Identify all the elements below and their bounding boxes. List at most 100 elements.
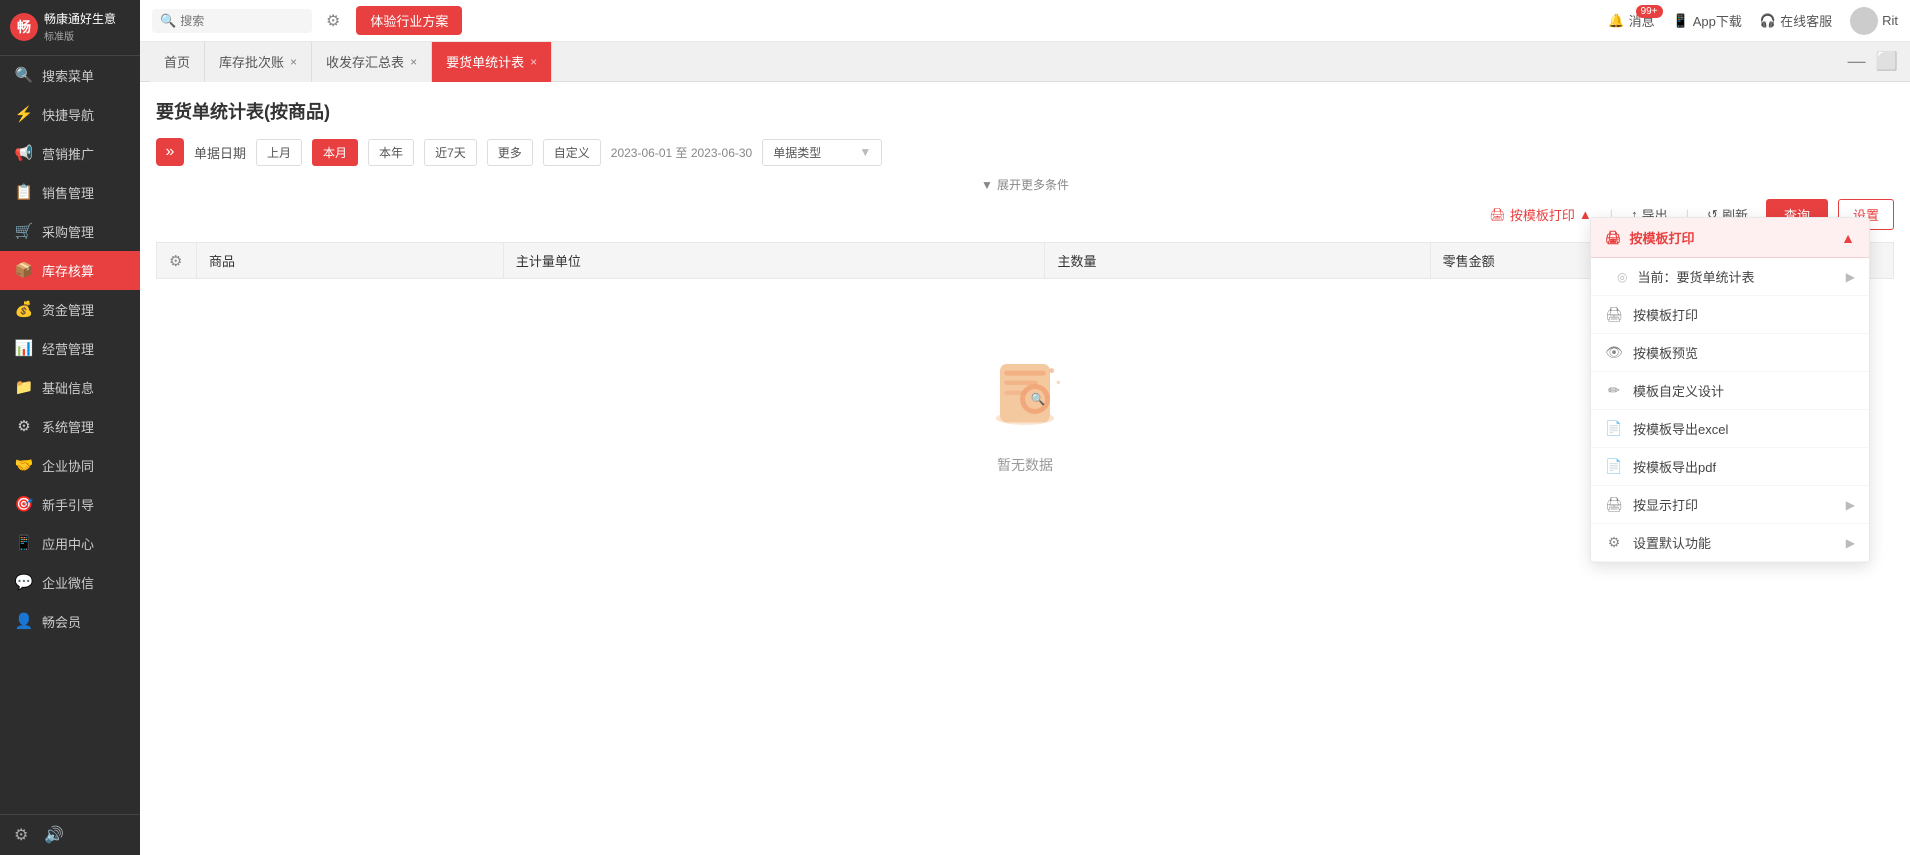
dropdown-current-template[interactable]: ◎ 当前：要货单统计表 ▶ xyxy=(1591,258,1869,296)
search-menu-icon: 🔍 xyxy=(14,66,34,84)
export-pdf-icon: 📄 xyxy=(1605,458,1623,475)
sidebar-item-label: 企业微信 xyxy=(42,573,94,592)
online-service-btn[interactable]: 🎧 在线客服 xyxy=(1760,11,1832,30)
col-header-unit: 主计量单位 xyxy=(503,243,1045,279)
dropdown-item-template-design[interactable]: ✏ 模板自定义设计 xyxy=(1591,372,1869,410)
dropdown-item-label: 按显示打印 xyxy=(1633,495,1698,514)
template-print-icon: 🖨 xyxy=(1605,306,1623,323)
sidebar-item-system[interactable]: ⚙ 系统管理 xyxy=(0,407,140,446)
trial-btn[interactable]: 体验行业方案 xyxy=(356,6,462,35)
dropdown-collapse-icon[interactable]: ▲ xyxy=(1841,230,1855,246)
print-template-btn[interactable]: 🖨 按模板打印 ▲ xyxy=(1481,201,1599,228)
sidebar-item-sales[interactable]: 📋 销售管理 xyxy=(0,173,140,212)
display-print-arrow: ▶ xyxy=(1846,498,1855,512)
sound-icon[interactable]: 🔊 xyxy=(44,825,64,845)
sidebar-item-members[interactable]: 👤 畅会员 xyxy=(0,602,140,641)
maximize-icon[interactable]: ⬜ xyxy=(1876,51,1898,72)
settings-bottom-icon[interactable]: ⚙ xyxy=(14,825,28,845)
sidebar-item-label: 经营管理 xyxy=(42,339,94,358)
tab-order-close[interactable]: × xyxy=(530,55,537,69)
quick-nav-icon: ⚡ xyxy=(14,105,34,123)
sidebar-item-finance[interactable]: 💰 资金管理 xyxy=(0,290,140,329)
filter-expand-btn[interactable]: » xyxy=(156,138,184,166)
tab-order-stats[interactable]: 要货单统计表 × xyxy=(432,42,552,82)
sidebar-item-guide[interactable]: 🎯 新手引导 xyxy=(0,485,140,524)
sales-icon: 📋 xyxy=(14,183,34,201)
dropdown-item-default-function[interactable]: ⚙ 设置默认功能 ▶ xyxy=(1591,524,1869,562)
search-input[interactable] xyxy=(180,14,300,28)
sidebar-item-quick-nav[interactable]: ⚡ 快捷导航 xyxy=(0,95,140,134)
filter-bar: » 单据日期 上月 本月 本年 近7天 更多 自定义 2023-06-01 至 … xyxy=(156,138,1894,166)
app-name: 畅康通好生意 xyxy=(44,12,116,28)
expand-more-btn[interactable]: ▼ 展开更多条件 xyxy=(981,176,1069,193)
sidebar-item-enterprise[interactable]: 🤝 企业协同 xyxy=(0,446,140,485)
sidebar-item-purchase[interactable]: 🛒 采购管理 xyxy=(0,212,140,251)
sidebar-item-label: 系统管理 xyxy=(42,417,94,436)
sidebar-item-label: 销售管理 xyxy=(42,183,94,202)
current-template-icon: ◎ xyxy=(1617,270,1627,284)
online-service-label: 在线客服 xyxy=(1780,11,1832,30)
tab-batch-account[interactable]: 库存批次账 × xyxy=(205,42,312,82)
tab-home[interactable]: 首页 xyxy=(150,42,205,82)
sidebar-item-operations[interactable]: 📊 经营管理 xyxy=(0,329,140,368)
sidebar-item-label: 营销推广 xyxy=(42,144,94,163)
topbar-gear-icon[interactable]: ⚙ xyxy=(326,11,340,31)
notifications-badge: 99+ xyxy=(1636,5,1663,18)
date-btn-custom[interactable]: 自定义 xyxy=(543,139,601,166)
tabs-bar: 首页 库存批次账 × 收发存汇总表 × 要货单统计表 × — ⬜ xyxy=(140,42,1910,82)
tab-order-label: 要货单统计表 xyxy=(446,52,524,71)
app-download-btn[interactable]: 📱 App下载 xyxy=(1673,11,1742,30)
sidebar-item-marketing[interactable]: 📢 营销推广 xyxy=(0,134,140,173)
dropdown-header-title: 按模板打印 xyxy=(1630,228,1695,247)
sidebar-item-search-menu[interactable]: 🔍 搜索菜单 xyxy=(0,56,140,95)
dropdown-item-label: 按模板导出excel xyxy=(1633,419,1728,438)
dropdown-item-export-pdf[interactable]: 📄 按模板导出pdf xyxy=(1591,448,1869,486)
sidebar-bottom: ⚙ 🔊 xyxy=(0,814,140,855)
empty-text: 暂无数据 xyxy=(997,455,1053,475)
phone-icon: 📱 xyxy=(1673,13,1689,29)
sidebar-item-label: 畅会员 xyxy=(42,612,81,631)
dropdown-item-display-print[interactable]: 🖨 按显示打印 ▶ xyxy=(1591,486,1869,524)
sidebar-item-wechat[interactable]: 💬 企业微信 xyxy=(0,563,140,602)
dropdown-item-template-print[interactable]: 🖨 按模板打印 xyxy=(1591,296,1869,334)
sidebar-item-basics[interactable]: 📁 基础信息 xyxy=(0,368,140,407)
sidebar-item-label: 企业协同 xyxy=(42,456,94,475)
logo-icon: 畅 xyxy=(10,13,38,41)
chevron-down-icon: ▼ xyxy=(859,145,871,159)
avatar xyxy=(1850,7,1878,35)
dropdown-header[interactable]: 🖨 按模板打印 ▲ xyxy=(1591,218,1869,258)
sidebar-item-inventory[interactable]: 📦 库存核算 xyxy=(0,251,140,290)
tab-receipt-close[interactable]: × xyxy=(410,55,417,69)
topbar-search-box[interactable]: 🔍 xyxy=(152,9,312,33)
dropdown-item-export-excel[interactable]: 📄 按模板导出excel xyxy=(1591,410,1869,448)
dropdown-item-label: 设置默认功能 xyxy=(1633,533,1711,552)
tab-receipt-summary[interactable]: 收发存汇总表 × xyxy=(312,42,432,82)
app-download-label: App下载 xyxy=(1693,11,1742,30)
date-btn-this-month[interactable]: 本月 xyxy=(312,139,358,166)
date-range: 2023-06-01 至 2023-06-30 xyxy=(611,144,752,161)
printer-icon: 🖨 xyxy=(1489,207,1506,223)
notifications-btn[interactable]: 🔔 消息 99+ xyxy=(1608,11,1654,30)
type-filter-select[interactable]: 单据类型 ▼ xyxy=(762,139,882,166)
sidebar-item-label: 资金管理 xyxy=(42,300,94,319)
sidebar-logo: 畅 畅康通好生意 标准版 xyxy=(0,0,140,56)
date-btn-7days[interactable]: 近7天 xyxy=(424,139,477,166)
sidebar-item-apps[interactable]: 📱 应用中心 xyxy=(0,524,140,563)
table-settings-icon[interactable]: ⚙ xyxy=(169,253,182,270)
date-label: 单据日期 xyxy=(194,143,246,162)
date-btn-more[interactable]: 更多 xyxy=(487,139,533,166)
date-btn-this-year[interactable]: 本年 xyxy=(368,139,414,166)
tab-batch-close[interactable]: × xyxy=(290,55,297,69)
dropdown-item-template-preview[interactable]: 👁 按模板预览 xyxy=(1591,334,1869,372)
minimize-icon[interactable]: — xyxy=(1848,51,1866,72)
system-icon: ⚙ xyxy=(14,417,34,435)
page-title: 要货单统计表(按商品) xyxy=(156,98,1894,124)
table-header-settings[interactable]: ⚙ xyxy=(157,243,197,279)
print-dropdown-popup: 🖨 按模板打印 ▲ ◎ 当前：要货单统计表 ▶ 🖨 按模板打印 👁 按模板预览 … xyxy=(1590,217,1870,563)
inventory-icon: 📦 xyxy=(14,261,34,279)
page-content: 要货单统计表(按商品) » 单据日期 上月 本月 本年 近7天 更多 自定义 2… xyxy=(140,82,1910,855)
tab-batch-label: 库存批次账 xyxy=(219,52,284,71)
date-btn-last-month[interactable]: 上月 xyxy=(256,139,302,166)
user-profile[interactable]: Rit xyxy=(1850,7,1898,35)
default-function-icon: ⚙ xyxy=(1605,534,1623,551)
